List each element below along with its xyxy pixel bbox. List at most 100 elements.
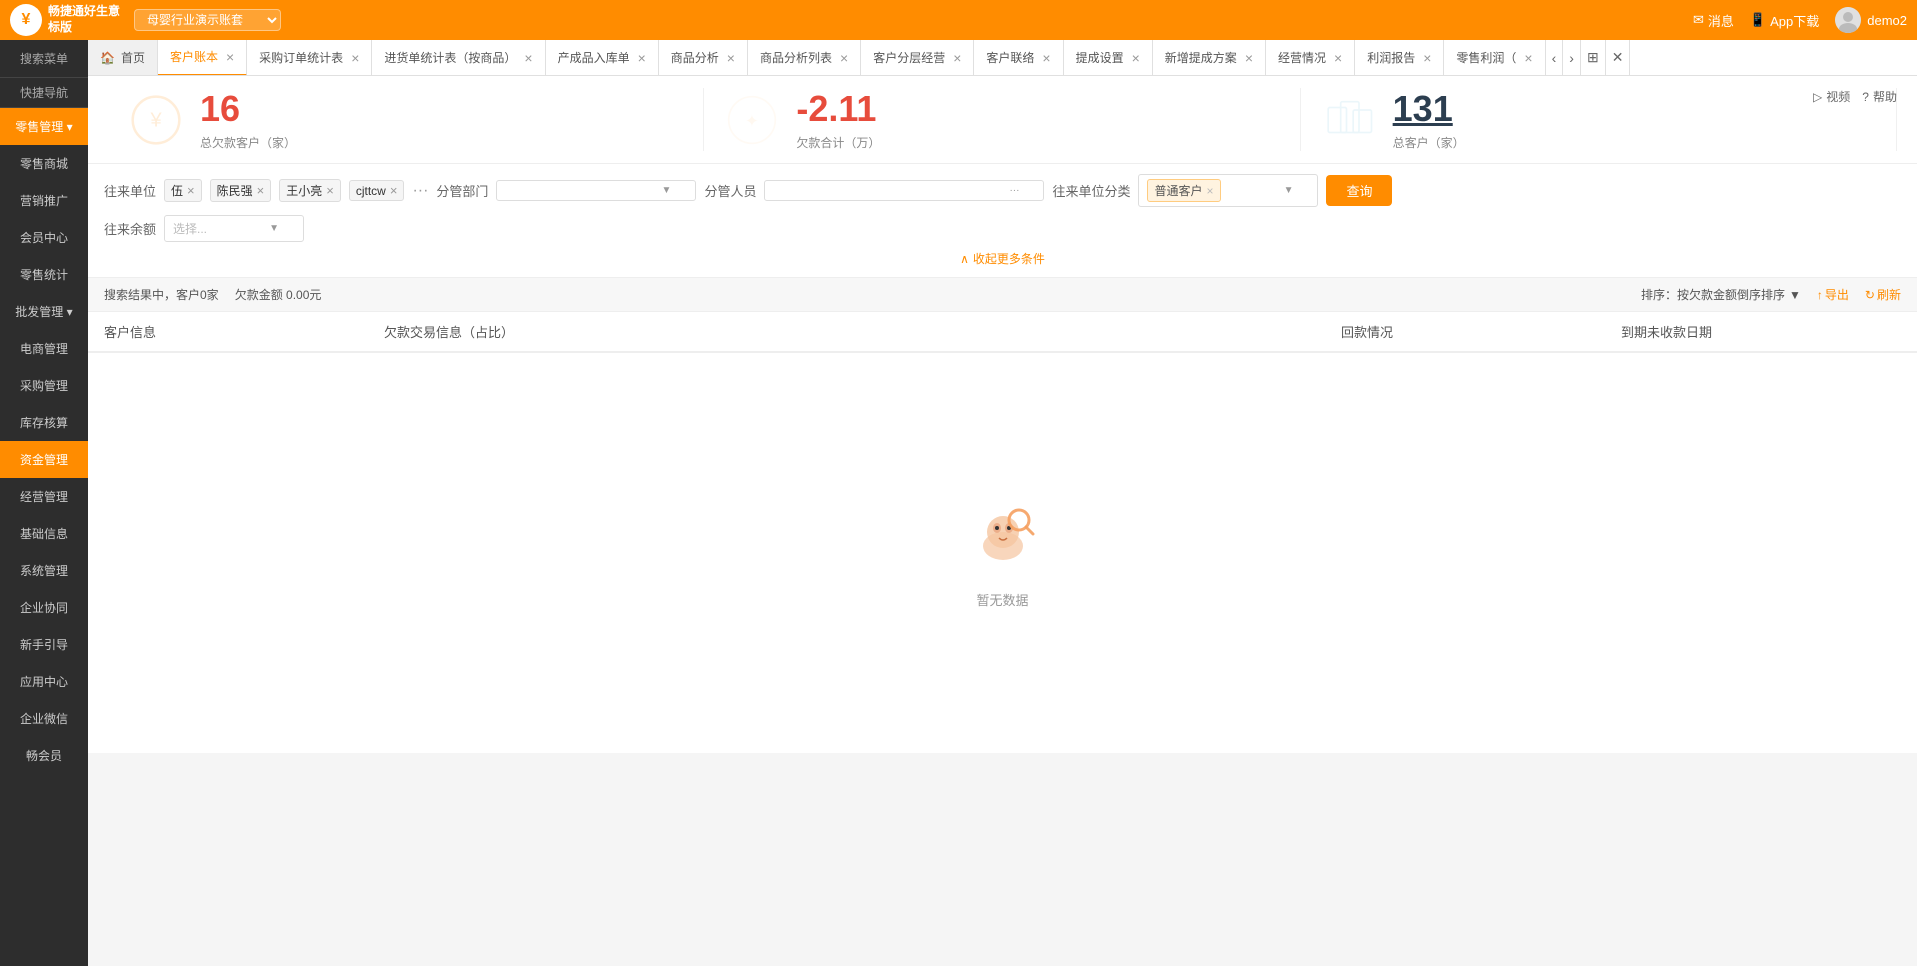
balance-filter-label: 往来余额 [104, 219, 156, 238]
sidebar-item-app-center[interactable]: 应用中心 [0, 663, 88, 700]
sidebar-item-retail-mgmt[interactable]: 零售管理 ▾ [0, 108, 88, 145]
tab-next-btn[interactable]: › [1563, 40, 1581, 76]
dept-select[interactable]: ▼ [496, 180, 696, 201]
sidebar-item-member[interactable]: 畅会员 [0, 737, 88, 774]
sidebar-item-ecommerce[interactable]: 电商管理 [0, 330, 88, 367]
table-col-due-date: 到期未收款日期 [1621, 322, 1901, 341]
stat-block-overdue-customers: ¥ 16 总欠款客户（家） [108, 88, 704, 151]
balance-select[interactable]: 选择... ▼ [164, 215, 304, 242]
sidebar-item-basic-info[interactable]: 基础信息 [0, 515, 88, 552]
tab-customer-ledger[interactable]: 客户账本 × [158, 40, 247, 76]
empty-text: 暂无数据 [976, 590, 1028, 609]
tab-close-raise-settings[interactable]: × [1132, 50, 1140, 66]
stat-text-overdue-amount: -2.11 欠款合计（万） [796, 88, 880, 151]
tab-close-customer-segment[interactable]: × [953, 50, 961, 66]
sidebar-item-retail-stats[interactable]: 零售统计 [0, 256, 88, 293]
sidebar-item-system[interactable]: 系统管理 [0, 552, 88, 589]
stat-text-overdue-customers: 16 总欠款客户（家） [200, 88, 296, 151]
home-icon: 🏠 [100, 51, 115, 65]
tab-raise-settings[interactable]: 提成设置 × [1064, 40, 1153, 76]
tab-goods-analysis-list[interactable]: 商品分析列表 × [748, 40, 861, 76]
tab-close-goods-analysis-list[interactable]: × [840, 50, 848, 66]
unit-tag-wang-remove[interactable]: × [326, 183, 334, 198]
tab-close-retail-profit[interactable]: × [1524, 50, 1532, 66]
table-header: 客户信息 欠款交易信息（占比） 回款情况 到期未收款日期 [88, 312, 1917, 353]
sidebar-item-batch-mgmt[interactable]: 批发管理 ▾ [0, 293, 88, 330]
sidebar-item-member-center[interactable]: 会员中心 [0, 219, 88, 256]
unit-tag-wang: 王小亮 × [279, 179, 341, 202]
table-col-customer-info: 客户信息 [104, 322, 384, 341]
unit-tag-root-remove[interactable]: × [187, 183, 195, 198]
tab-close-goods-analysis[interactable]: × [727, 50, 735, 66]
unit-filter-more[interactable]: ··· [412, 182, 428, 200]
tab-goods-analysis[interactable]: 商品分析 × [659, 40, 748, 76]
unit-type-select[interactable]: 普通客户 × ▼ [1138, 174, 1318, 207]
search-results-right: 排序：按欠款金额倒序排序 ▼ ↑ 导出 ↻ 刷新 [1641, 286, 1901, 303]
sidebar-item-marketing[interactable]: 营销推广 [0, 182, 88, 219]
overdue-customers-icon: ¥ [128, 92, 184, 148]
stats-row: ¥ 16 总欠款客户（家） ✦ [88, 76, 1917, 164]
tab-menu-btn[interactable]: ⊞ [1581, 40, 1606, 76]
sort-icon: ▼ [1789, 288, 1801, 302]
sidebar-item-operations[interactable]: 经营管理 [0, 478, 88, 515]
tab-close-business-situation[interactable]: × [1334, 50, 1342, 66]
sidebar-item-enterprise[interactable]: 企业协同 [0, 589, 88, 626]
export-btn[interactable]: ↑ 导出 [1817, 286, 1849, 303]
sidebar-item-new-guide[interactable]: 新手引导 [0, 626, 88, 663]
unit-type-tag-remove[interactable]: × [1206, 184, 1213, 198]
stat-value-total-customers: 131 [1393, 88, 1465, 130]
tab-close-profit-report[interactable]: × [1423, 50, 1431, 66]
tab-close-purchase-order[interactable]: × [351, 50, 359, 66]
filter-row-2: 往来余额 选择... ▼ [104, 215, 1901, 242]
person-select[interactable]: ··· [764, 180, 1044, 201]
total-customers-icon [1321, 92, 1377, 148]
help-btn[interactable]: ? 帮助 [1862, 88, 1897, 105]
tab-prev-btn[interactable]: ‹ [1546, 40, 1564, 76]
tab-close-new-raise[interactable]: × [1245, 50, 1253, 66]
video-btn[interactable]: ▷ 视频 [1813, 88, 1850, 105]
tab-new-raise[interactable]: 新增提成方案 × [1153, 40, 1266, 76]
app-download-btn[interactable]: 📱 App下载 [1750, 11, 1819, 30]
user-area[interactable]: demo2 [1835, 7, 1907, 33]
sidebar-item-search[interactable]: 搜索菜单 [0, 40, 88, 78]
stat-block-overdue-amount: ✦ -2.11 欠款合计（万） [704, 88, 1300, 151]
unit-tag-cjttcw-remove[interactable]: × [390, 183, 398, 198]
logo-area: ¥ 畅捷通好生意 标版 [10, 4, 120, 36]
avatar [1835, 7, 1861, 33]
tab-close-all-btn[interactable]: ✕ [1606, 40, 1631, 76]
sidebar-item-inventory[interactable]: 库存核算 [0, 404, 88, 441]
download-icon: 📱 [1750, 12, 1766, 28]
tab-customer-contact[interactable]: 客户联络 × [974, 40, 1063, 76]
tab-home[interactable]: 🏠 首页 [88, 40, 158, 76]
refresh-btn[interactable]: ↻ 刷新 [1865, 286, 1901, 303]
tab-close-stock-in-stats[interactable]: × [524, 50, 532, 66]
overdue-amount-icon: ✦ [724, 92, 780, 148]
sort-select[interactable]: 排序：按欠款金额倒序排序 ▼ [1641, 286, 1801, 303]
tab-close-production-in[interactable]: × [638, 50, 646, 66]
tab-profit-report[interactable]: 利润报告 × [1355, 40, 1444, 76]
unit-tag-root: 伍 × [164, 179, 202, 202]
collapse-btn[interactable]: ∧ 收起更多条件 [960, 250, 1045, 267]
tab-close-customer-contact[interactable]: × [1042, 50, 1050, 66]
unit-tag-cjttcw: cjttcw × [349, 180, 405, 201]
search-result-amount: 欠款金额 0.00元 [235, 286, 322, 303]
tab-production-in[interactable]: 产成品入库单 × [546, 40, 659, 76]
sidebar-item-quick-nav[interactable]: 快捷导航 [0, 78, 88, 108]
video-icon: ▷ [1813, 90, 1822, 104]
tab-customer-segment[interactable]: 客户分层经营 × [861, 40, 974, 76]
sidebar-item-finance[interactable]: 资金管理 [0, 441, 88, 478]
account-dropdown[interactable]: 母婴行业演示账套 [134, 9, 281, 31]
tab-retail-profit[interactable]: 零售利润（ × [1444, 40, 1545, 76]
refresh-icon: ↻ [1865, 288, 1875, 302]
tab-purchase-order[interactable]: 采购订单统计表 × [247, 40, 372, 76]
sidebar-item-retail-mall[interactable]: 零售商城 [0, 145, 88, 182]
tab-stock-in-stats[interactable]: 进货单统计表（按商品） × [372, 40, 545, 76]
sidebar-item-purchase[interactable]: 采购管理 [0, 367, 88, 404]
message-btn[interactable]: ✉ 消息 [1693, 11, 1734, 30]
tab-business-situation[interactable]: 经营情况 × [1266, 40, 1355, 76]
sidebar-item-enterprise-wechat[interactable]: 企业微信 [0, 700, 88, 737]
tab-close-customer-ledger[interactable]: × [226, 49, 234, 65]
person-filter-label: 分管人员 [704, 181, 756, 200]
query-button[interactable]: 查询 [1326, 175, 1392, 206]
unit-tag-chen-remove[interactable]: × [257, 183, 265, 198]
